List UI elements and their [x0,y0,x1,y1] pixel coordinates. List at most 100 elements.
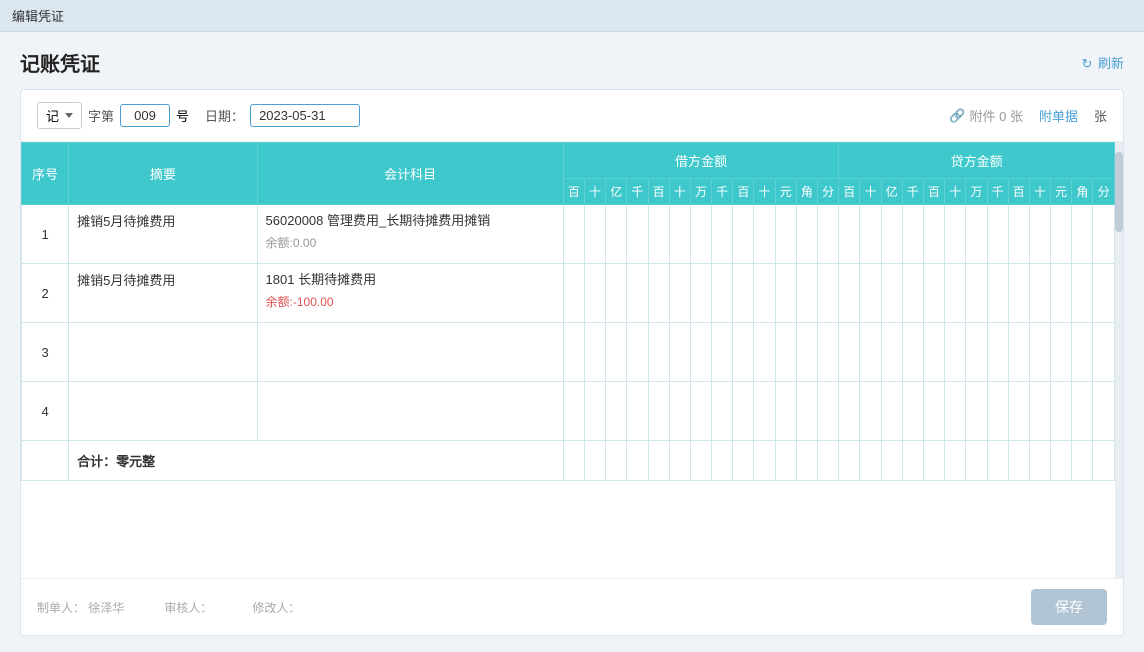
debit-cell[interactable] [627,382,648,441]
debit-cell[interactable] [796,205,817,264]
credit-cell[interactable] [1029,323,1050,382]
credit-cell[interactable] [1029,264,1050,323]
credit-cell[interactable] [923,382,944,441]
credit-cell[interactable] [860,264,881,323]
subject-cell[interactable] [257,323,563,382]
single-doc-button[interactable]: 附单据 [1039,106,1078,125]
credit-cell[interactable] [987,205,1008,264]
credit-cell[interactable] [881,323,902,382]
voucher-type-button[interactable]: 记 [37,102,82,129]
credit-cell[interactable] [839,264,860,323]
table-container[interactable]: 序号 摘要 会计科目 借方金额 贷方金额 百十亿千百十万千百十元角分百十亿千百十… [21,142,1115,578]
summary-cell[interactable] [69,323,257,382]
debit-cell[interactable] [606,382,627,441]
debit-cell[interactable] [754,264,775,323]
debit-cell[interactable] [627,205,648,264]
debit-cell[interactable] [606,323,627,382]
credit-cell[interactable] [1008,264,1029,323]
debit-cell[interactable] [733,205,754,264]
attachment-link[interactable]: 🔗 附件 0 张 [949,106,1023,125]
credit-cell[interactable] [1093,323,1115,382]
credit-cell[interactable] [1072,323,1093,382]
debit-cell[interactable] [627,264,648,323]
credit-cell[interactable] [1093,205,1115,264]
debit-cell[interactable] [606,264,627,323]
credit-cell[interactable] [966,264,987,323]
summary-cell[interactable]: 摊销5月待摊费用 [69,205,257,264]
debit-cell[interactable] [627,323,648,382]
save-button[interactable]: 保存 [1031,589,1107,625]
debit-cell[interactable] [818,205,839,264]
credit-cell[interactable] [966,382,987,441]
credit-cell[interactable] [1051,205,1072,264]
debit-cell[interactable] [754,382,775,441]
credit-cell[interactable] [902,382,923,441]
credit-cell[interactable] [1029,382,1050,441]
credit-cell[interactable] [1093,264,1115,323]
debit-cell[interactable] [563,382,584,441]
debit-cell[interactable] [775,205,796,264]
debit-cell[interactable] [563,205,584,264]
credit-cell[interactable] [923,205,944,264]
debit-cell[interactable] [563,264,584,323]
debit-cell[interactable] [754,205,775,264]
debit-cell[interactable] [712,205,733,264]
summary-cell[interactable]: 摊销5月待摊费用 [69,264,257,323]
credit-cell[interactable] [839,382,860,441]
debit-cell[interactable] [669,382,690,441]
subject-cell[interactable]: 56020008 管理费用_长期待摊费用摊销余额:0.00 [257,205,563,264]
debit-cell[interactable] [712,323,733,382]
debit-cell[interactable] [733,382,754,441]
debit-cell[interactable] [818,323,839,382]
credit-cell[interactable] [945,205,966,264]
credit-cell[interactable] [860,205,881,264]
debit-cell[interactable] [669,323,690,382]
debit-cell[interactable] [712,382,733,441]
credit-cell[interactable] [902,205,923,264]
debit-cell[interactable] [733,323,754,382]
summary-cell[interactable] [69,382,257,441]
debit-cell[interactable] [796,264,817,323]
credit-cell[interactable] [881,205,902,264]
credit-cell[interactable] [839,205,860,264]
subject-cell[interactable] [257,382,563,441]
credit-cell[interactable] [881,264,902,323]
debit-cell[interactable] [669,264,690,323]
debit-cell[interactable] [563,323,584,382]
credit-cell[interactable] [1029,205,1050,264]
credit-cell[interactable] [1072,382,1093,441]
debit-cell[interactable] [775,323,796,382]
credit-cell[interactable] [1008,323,1029,382]
credit-cell[interactable] [1072,264,1093,323]
debit-cell[interactable] [690,264,711,323]
credit-cell[interactable] [987,323,1008,382]
debit-cell[interactable] [775,382,796,441]
credit-cell[interactable] [987,264,1008,323]
credit-cell[interactable] [1093,382,1115,441]
credit-cell[interactable] [987,382,1008,441]
scrollbar-track[interactable] [1115,142,1123,578]
debit-cell[interactable] [648,205,669,264]
credit-cell[interactable] [1008,382,1029,441]
debit-cell[interactable] [690,205,711,264]
credit-cell[interactable] [860,323,881,382]
credit-cell[interactable] [1051,323,1072,382]
debit-cell[interactable] [584,205,605,264]
debit-cell[interactable] [690,323,711,382]
debit-cell[interactable] [584,323,605,382]
credit-cell[interactable] [966,323,987,382]
debit-cell[interactable] [775,264,796,323]
credit-cell[interactable] [860,382,881,441]
debit-cell[interactable] [712,264,733,323]
debit-cell[interactable] [606,205,627,264]
scrollbar-thumb[interactable] [1115,152,1123,232]
refresh-button[interactable]: ↻ 刷新 [1080,53,1124,72]
debit-cell[interactable] [733,264,754,323]
debit-cell[interactable] [796,323,817,382]
credit-cell[interactable] [839,323,860,382]
credit-cell[interactable] [966,205,987,264]
credit-cell[interactable] [902,264,923,323]
debit-cell[interactable] [648,323,669,382]
credit-cell[interactable] [923,264,944,323]
credit-cell[interactable] [881,382,902,441]
